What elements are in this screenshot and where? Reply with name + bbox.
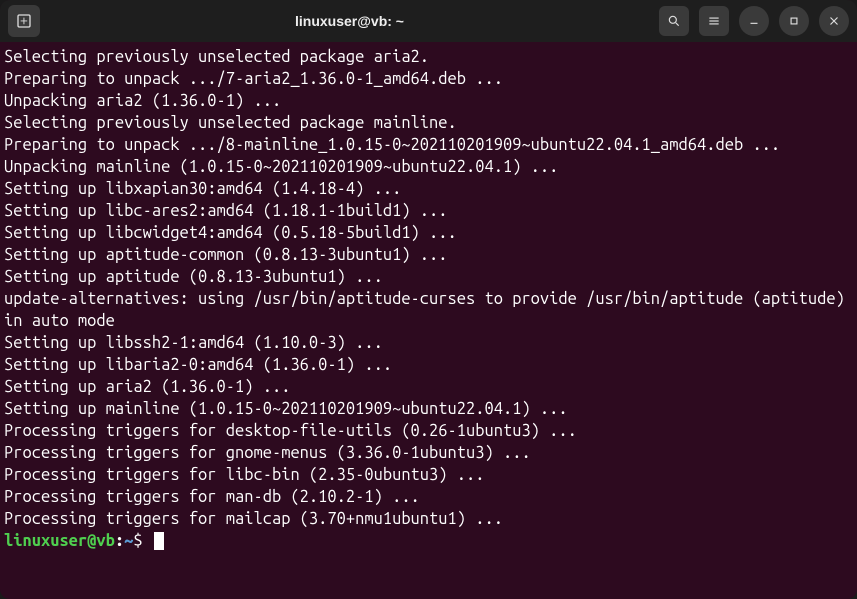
titlebar-controls	[659, 6, 849, 36]
close-button[interactable]	[819, 6, 849, 36]
prompt-colon: :	[115, 532, 124, 550]
prompt-path: ~	[124, 532, 133, 550]
minimize-button[interactable]	[739, 6, 769, 36]
menu-button[interactable]	[699, 6, 729, 36]
output-lines: Selecting previously unselected package …	[4, 46, 853, 530]
maximize-button[interactable]	[779, 6, 809, 36]
titlebar: linuxuser@vb: ~	[0, 0, 857, 42]
terminal-window: linuxuser@vb: ~ Selecting previously uns…	[0, 0, 857, 599]
new-tab-button[interactable]	[8, 5, 40, 37]
cursor	[154, 532, 164, 550]
terminal-output[interactable]: Selecting previously unselected package …	[0, 42, 857, 599]
prompt-user-host: linuxuser@vb	[4, 532, 115, 550]
search-button[interactable]	[659, 6, 689, 36]
window-title: linuxuser@vb: ~	[46, 13, 653, 29]
prompt-dollar: $	[133, 532, 142, 550]
